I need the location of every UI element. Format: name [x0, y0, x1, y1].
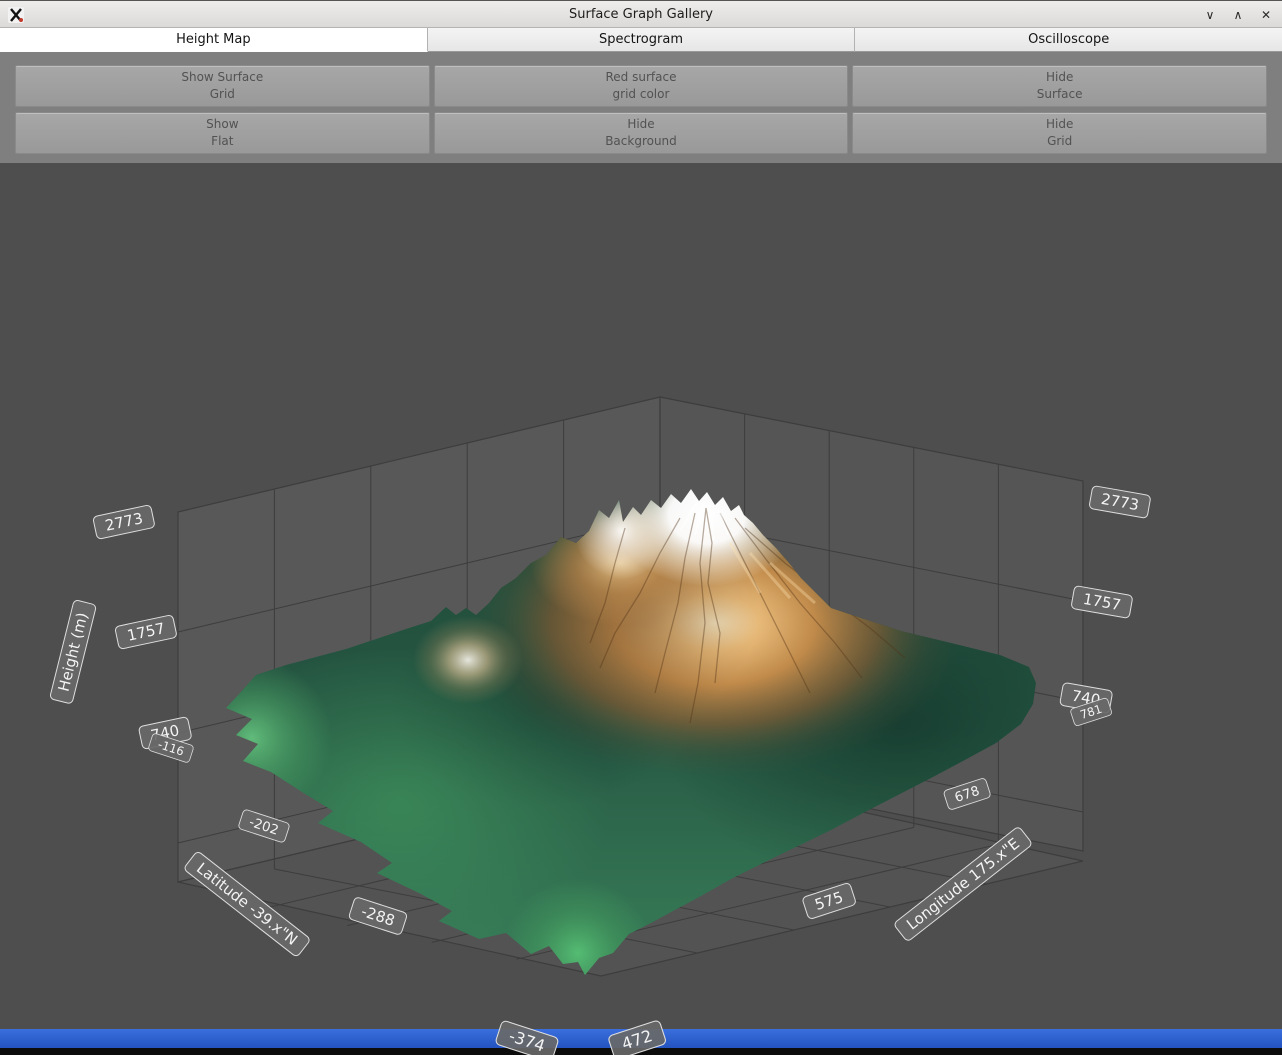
- surface-grid-color-button[interactable]: Red surface grid color: [434, 65, 849, 107]
- tab-height-map[interactable]: Height Map: [0, 28, 428, 52]
- minimize-button[interactable]: ∨: [1202, 7, 1218, 23]
- button-label: Background: [435, 133, 848, 150]
- button-label: Grid: [853, 133, 1266, 150]
- maximize-button[interactable]: ∧: [1230, 7, 1246, 23]
- tab-spectrogram[interactable]: Spectrogram: [428, 28, 856, 52]
- window-title: Surface Graph Gallery: [0, 1, 1282, 29]
- desktop-taskbar[interactable]: [0, 1029, 1282, 1048]
- button-label: Hide: [853, 69, 1266, 86]
- button-panel: Show Surface Grid Red surface grid color…: [0, 52, 1282, 163]
- close-button[interactable]: ✕: [1258, 7, 1274, 23]
- toggle-surface-grid-button[interactable]: Show Surface Grid: [15, 65, 430, 107]
- button-label: Red surface: [435, 69, 848, 86]
- button-label: Flat: [16, 133, 429, 150]
- button-label: grid color: [435, 86, 848, 103]
- button-label: Grid: [16, 86, 429, 103]
- toggle-surface-button[interactable]: Hide Surface: [852, 65, 1267, 107]
- surface-plot-canvas[interactable]: [0, 163, 1282, 1029]
- app-window: Surface Graph Gallery ∨ ∧ ✕ Height Map S…: [0, 0, 1282, 1055]
- button-label: Surface: [853, 86, 1266, 103]
- button-label: Show: [16, 116, 429, 133]
- tab-bar: Height Map Spectrogram Oscilloscope: [0, 28, 1282, 52]
- titlebar[interactable]: Surface Graph Gallery ∨ ∧ ✕: [0, 0, 1282, 28]
- toggle-background-button[interactable]: Hide Background: [434, 112, 849, 154]
- tab-oscilloscope[interactable]: Oscilloscope: [855, 28, 1282, 52]
- surface-plot-scene: [0, 163, 1282, 1029]
- screen-bottom-edge: [0, 1048, 1282, 1055]
- button-label: Hide: [853, 116, 1266, 133]
- button-label: Show Surface: [16, 69, 429, 86]
- toggle-flat-button[interactable]: Show Flat: [15, 112, 430, 154]
- button-label: Hide: [435, 116, 848, 133]
- window-controls: ∨ ∧ ✕: [1202, 1, 1274, 29]
- toggle-grid-button[interactable]: Hide Grid: [852, 112, 1267, 154]
